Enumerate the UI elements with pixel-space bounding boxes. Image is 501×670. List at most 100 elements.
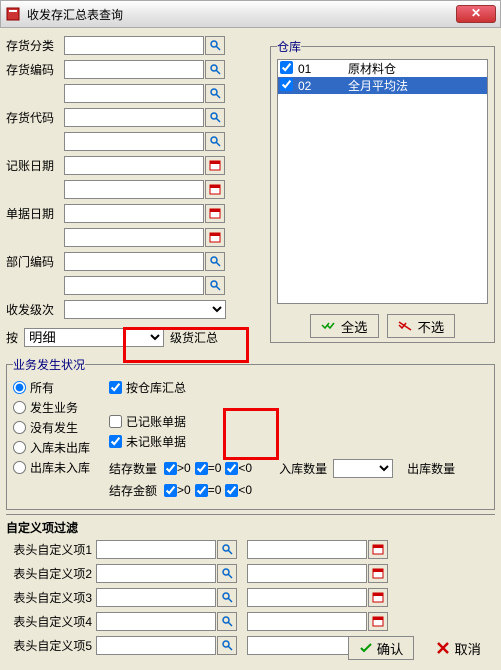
custom-from-lookup[interactable]	[217, 612, 237, 631]
bookdate-to[interactable]	[64, 180, 204, 199]
window-title: 收发存汇总表查询	[27, 6, 456, 23]
symbol-from-lookup[interactable]	[205, 108, 225, 127]
chk-booked[interactable]: 已记账单据	[109, 411, 488, 431]
check-all-icon	[321, 321, 337, 331]
custom-filter-row: 表头自定义项2	[6, 562, 495, 584]
balamt-eq0[interactable]: =0	[195, 483, 222, 497]
category-from-lookup[interactable]	[205, 36, 225, 55]
warehouse-fieldset: 仓库 01 原材料仓 02 全月平均法 全选 不选	[270, 38, 495, 343]
bookdate-from[interactable]	[64, 156, 204, 175]
custom-to[interactable]	[247, 540, 367, 559]
custom-legend: 自定义项过滤	[6, 517, 495, 538]
custom-from[interactable]	[96, 612, 216, 631]
custom-to-ref[interactable]	[368, 588, 388, 607]
by-combo[interactable]: 明细	[24, 328, 164, 347]
custom-to-ref[interactable]	[368, 540, 388, 559]
custom-filter-row: 表头自定义项1	[6, 538, 495, 560]
radio-in-not-out[interactable]: 入库未出库	[13, 437, 95, 457]
docdate-to[interactable]	[64, 228, 204, 247]
label-bookdate: 记账日期	[6, 157, 64, 174]
dept-to[interactable]	[64, 276, 204, 295]
ok-button[interactable]: 确认	[348, 636, 415, 660]
custom-to-ref[interactable]	[368, 612, 388, 631]
chk-by-warehouse[interactable]: 按仓库汇总	[109, 377, 488, 397]
custom-from-lookup[interactable]	[217, 564, 237, 583]
balqty-eq0[interactable]: =0	[195, 461, 222, 475]
warehouse-row: 01 原材料仓	[278, 60, 487, 77]
label-level: 收发级次	[6, 301, 64, 318]
biz-fieldset: 业务发生状况 所有 发生业务 没有发生 入库未出库 出库未入库 按仓库汇总 已记…	[6, 356, 495, 510]
custom-from[interactable]	[96, 540, 216, 559]
x-icon	[436, 641, 450, 655]
custom-from-lookup[interactable]	[217, 588, 237, 607]
bookdate-from-cal[interactable]	[205, 156, 225, 175]
code-from[interactable]	[64, 60, 204, 79]
check-icon	[359, 642, 373, 654]
dept-from-lookup[interactable]	[205, 252, 225, 271]
in-qty-combo[interactable]	[333, 459, 393, 478]
custom-label: 表头自定义项2	[6, 565, 96, 582]
label-bal-amt: 结存金额	[109, 482, 161, 499]
label-out-qty: 出库数量	[407, 460, 455, 477]
select-none-button[interactable]: 不选	[387, 314, 456, 338]
label-code: 存货编码	[6, 61, 64, 78]
label-in-qty: 入库数量	[279, 460, 327, 477]
code-from-lookup[interactable]	[205, 60, 225, 79]
titlebar: 收发存汇总表查询 ✕	[0, 0, 501, 28]
radio-all[interactable]: 所有	[13, 377, 95, 397]
warehouse-grid[interactable]: 01 原材料仓 02 全月平均法	[277, 59, 488, 304]
docdate-to-cal[interactable]	[205, 228, 225, 247]
custom-filter-row: 表头自定义项4	[6, 610, 495, 632]
label-category: 存货分类	[6, 37, 64, 54]
code-to[interactable]	[64, 84, 204, 103]
close-button[interactable]: ✕	[456, 5, 496, 23]
balamt-gt0[interactable]: >0	[164, 483, 191, 497]
custom-from-lookup[interactable]	[217, 540, 237, 559]
label-docdate: 单据日期	[6, 205, 64, 222]
dept-from[interactable]	[64, 252, 204, 271]
custom-label: 表头自定义项4	[6, 613, 96, 630]
balqty-gt0[interactable]: >0	[164, 461, 191, 475]
docdate-from-cal[interactable]	[205, 204, 225, 223]
warehouse-row-check[interactable]	[280, 61, 293, 74]
custom-to[interactable]	[247, 588, 367, 607]
custom-label: 表头自定义项5	[6, 637, 96, 654]
label-level-summary: 级货汇总	[170, 329, 218, 346]
dept-to-lookup[interactable]	[205, 276, 225, 295]
warehouse-row-check[interactable]	[280, 78, 293, 91]
balqty-lt0[interactable]: <0	[225, 461, 252, 475]
cancel-button[interactable]: 取消	[426, 636, 491, 660]
label-by: 按	[6, 329, 24, 346]
balamt-lt0[interactable]: <0	[225, 483, 252, 497]
label-symbol: 存货代码	[6, 109, 64, 126]
custom-filter-row: 表头自定义项3	[6, 586, 495, 608]
chk-unbooked[interactable]: 未记账单据	[109, 431, 488, 451]
custom-to[interactable]	[247, 612, 367, 631]
custom-from-lookup[interactable]	[217, 636, 237, 655]
symbol-from[interactable]	[64, 108, 204, 127]
custom-from[interactable]	[96, 588, 216, 607]
biz-legend: 业务发生状况	[13, 356, 85, 373]
custom-to[interactable]	[247, 564, 367, 583]
symbol-to-lookup[interactable]	[205, 132, 225, 151]
symbol-to[interactable]	[64, 132, 204, 151]
label-dept: 部门编码	[6, 253, 64, 270]
category-from[interactable]	[64, 36, 204, 55]
app-icon	[5, 6, 21, 22]
custom-from[interactable]	[96, 564, 216, 583]
custom-label: 表头自定义项1	[6, 541, 96, 558]
code-to-lookup[interactable]	[205, 84, 225, 103]
radio-none[interactable]: 没有发生	[13, 417, 95, 437]
custom-from[interactable]	[96, 636, 216, 655]
custom-label: 表头自定义项3	[6, 589, 96, 606]
warehouse-row: 02 全月平均法	[278, 77, 487, 94]
custom-to-ref[interactable]	[368, 564, 388, 583]
bookdate-to-cal[interactable]	[205, 180, 225, 199]
select-all-button[interactable]: 全选	[310, 314, 379, 338]
label-bal-qty: 结存数量	[109, 460, 161, 477]
radio-out-not-in[interactable]: 出库未入库	[13, 457, 95, 477]
level-combo[interactable]	[64, 300, 226, 319]
docdate-from[interactable]	[64, 204, 204, 223]
warehouse-legend: 仓库	[277, 38, 301, 55]
radio-happen[interactable]: 发生业务	[13, 397, 95, 417]
